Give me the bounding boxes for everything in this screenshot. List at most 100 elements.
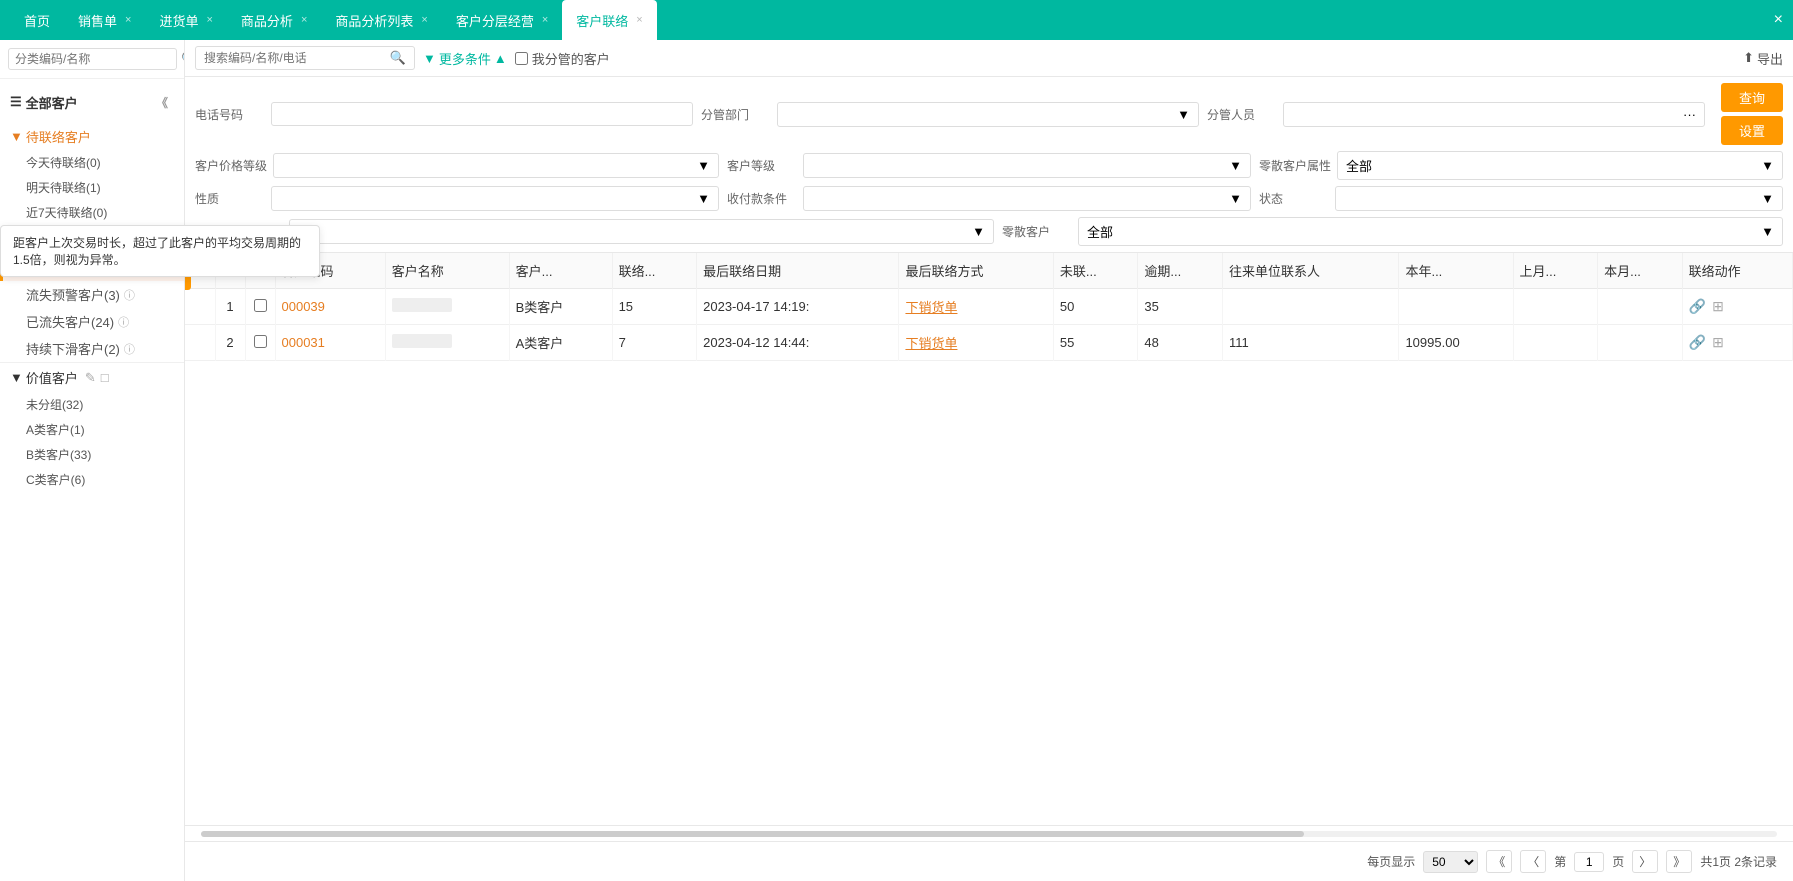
row1-code[interactable]: 000039	[275, 289, 385, 325]
sidebar-item-b[interactable]: B类客户(33)	[0, 442, 184, 467]
sidebar-item-a[interactable]: A类客户(1)	[0, 417, 184, 442]
prev-page-btn[interactable]: 〈	[1520, 850, 1546, 873]
row2-unit-contact: 111	[1222, 325, 1398, 361]
price-level-select[interactable]: ▼	[273, 153, 719, 178]
close-customer-contact-icon[interactable]: ×	[636, 14, 642, 26]
close-product-analysis-icon[interactable]: ×	[301, 14, 307, 26]
close-purchase-icon[interactable]: ×	[206, 14, 212, 26]
th-cust-type[interactable]: 客户...	[509, 253, 612, 289]
sidebar-search-input[interactable]	[8, 48, 177, 70]
gender-select[interactable]: ▼	[271, 186, 719, 211]
th-last-month[interactable]: 上月...	[1513, 253, 1598, 289]
retail-select[interactable]: 全部 ▼	[1078, 217, 1783, 246]
filter-row-4: ... 客户类型 ▼ 零散客户 全部 ▼	[195, 217, 1783, 246]
row2-cb[interactable]	[245, 325, 275, 361]
row2-num: 2	[215, 325, 245, 361]
th-contact[interactable]: 联络...	[612, 253, 697, 289]
filter-person: 分管人员 ···	[1207, 102, 1705, 127]
row1-link-icon[interactable]: 🔗	[1689, 298, 1706, 315]
th-this-month[interactable]: 本月...	[1598, 253, 1683, 289]
row2-link-icon[interactable]: 🔗	[1689, 334, 1706, 351]
row2-code[interactable]: 000031	[275, 325, 385, 361]
tab-home[interactable]: 首页	[10, 0, 64, 40]
my-customers-toggle[interactable]: 我分管的客户	[515, 49, 610, 68]
th-overdue[interactable]: 逾期...	[1138, 253, 1223, 289]
th-this-year[interactable]: 本年...	[1399, 253, 1513, 289]
close-customer-tier-icon[interactable]: ×	[542, 14, 548, 26]
close-product-list-icon[interactable]: ×	[421, 14, 427, 26]
my-customers-checkbox[interactable]	[515, 52, 528, 65]
row1-this-month	[1598, 289, 1683, 325]
retail-attr-select[interactable]: 全部 ▼	[1337, 151, 1783, 180]
customer-table: ⚙ # 客户编码 客户名称 客户...	[185, 253, 1793, 361]
per-page-select[interactable]: 50 100 200	[1423, 851, 1478, 873]
row2-grid-icon[interactable]: ⊞	[1712, 334, 1724, 351]
sidebar-item-ungroup[interactable]: 未分组(32)	[0, 392, 184, 417]
first-page-btn[interactable]: 《	[1486, 850, 1512, 873]
last-page-btn[interactable]: 》	[1666, 850, 1692, 873]
tab-product-analysis[interactable]: 商品分析 ×	[227, 0, 321, 40]
scroll-track[interactable]	[201, 831, 1777, 837]
row2-checkbox[interactable]	[254, 335, 267, 348]
chevron-down-icon7: ▼	[697, 191, 710, 206]
sidebar-value-header[interactable]: ▼ 价值客户 ✎ □	[0, 362, 184, 392]
row1-grid-icon[interactable]: ⊞	[1712, 298, 1724, 315]
tab-product-list[interactable]: 商品分析列表 ×	[321, 0, 441, 40]
next-page-btn[interactable]: 〉	[1632, 850, 1658, 873]
sidebar-item-week[interactable]: 近7天待联络(0)	[0, 200, 184, 225]
sidebar-item-churned[interactable]: 已流失客户(24) ⓘ	[0, 308, 184, 335]
export-btn[interactable]: ⬆ 导出	[1743, 49, 1783, 68]
row1-cb[interactable]	[245, 289, 275, 325]
more-conditions-btn[interactable]: ▼ 更多条件 ▲	[423, 49, 507, 68]
row2-last-method[interactable]: 下销货单	[899, 325, 1053, 361]
tab-customer-tier[interactable]: 客户分层经营 ×	[442, 0, 562, 40]
chevron-up-icon: ▲	[494, 51, 507, 66]
page-number-input[interactable]	[1574, 852, 1604, 872]
table-wrap: ⚙ # 客户编码 客户名称 客户...	[185, 253, 1793, 825]
sidebar-all-customers[interactable]: ☰ 全部客户 《	[0, 85, 184, 119]
horizontal-scrollbar[interactable]	[185, 825, 1793, 841]
main-search-input[interactable]	[204, 51, 386, 65]
close-sales-icon[interactable]: ×	[125, 14, 131, 26]
sidebar-item-today[interactable]: 今天待联络(0)	[0, 150, 184, 175]
scroll-thumb[interactable]	[201, 831, 1304, 837]
th-last-method[interactable]: 最后联络方式	[899, 253, 1053, 289]
main-layout: 🔍 ☰ 全部客户 《 ▼ 待联络客户 今天待联络(0) 明天待联络(1) 近7天…	[0, 40, 1793, 881]
tab-sales[interactable]: 销售单 ×	[64, 0, 145, 40]
content-area: 🔍 ▼ 更多条件 ▲ 我分管的客户 ⬆ 导出 电话号码	[185, 40, 1793, 881]
cust-type-select[interactable]: ▼	[289, 219, 994, 244]
table-row: 2 000031 A类客户 7 2023-04-12 14:44: 下销货单	[185, 325, 1793, 361]
row2-not-contact: 55	[1053, 325, 1138, 361]
sidebar-item-c[interactable]: C类客户(6)	[0, 467, 184, 492]
add-icon[interactable]: □	[101, 370, 109, 385]
sidebar-section-pending-header[interactable]: ▼ 待联络客户	[0, 123, 184, 150]
table-body: 1 000039 B类客户 15 2023-04-17 14:19: 下销货单	[185, 289, 1793, 361]
sidebar-collapse-btn[interactable]: 《	[150, 90, 174, 114]
status-select[interactable]: ▼	[1335, 186, 1783, 211]
sidebar-item-churn-warn[interactable]: 流失预警客户(3) ⓘ	[0, 281, 184, 308]
edit-icon[interactable]: ✎	[85, 370, 96, 386]
settings-btn[interactable]: 设置	[1721, 116, 1783, 145]
tab-purchase[interactable]: 进货单 ×	[145, 0, 226, 40]
row2-last-month	[1513, 325, 1598, 361]
dept-select[interactable]: ▼	[777, 102, 1199, 127]
row1-last-method[interactable]: 下销货单	[899, 289, 1053, 325]
level-select[interactable]: ▼	[803, 153, 1251, 178]
phone-input[interactable]	[271, 102, 693, 126]
row1-checkbox[interactable]	[254, 299, 267, 312]
tab-customer-contact[interactable]: 客户联络 ×	[562, 0, 656, 40]
sidebar-item-tomorrow[interactable]: 明天待联络(1)	[0, 175, 184, 200]
close-all-tabs[interactable]: ×	[1774, 11, 1783, 29]
sidebar-item-declining[interactable]: 持续下滑客户(2) ⓘ	[0, 335, 184, 362]
payment-select[interactable]: ▼	[803, 186, 1251, 211]
search-icon[interactable]: 🔍	[390, 50, 406, 66]
th-name[interactable]: 客户名称	[385, 253, 509, 289]
info-icon4: ⓘ	[124, 341, 135, 357]
person-select[interactable]: ···	[1283, 102, 1705, 127]
th-not-contact[interactable]: 未联...	[1053, 253, 1138, 289]
query-btn[interactable]: 查询	[1721, 83, 1783, 112]
th-last-date[interactable]: 最后联络日期	[697, 253, 899, 289]
row1-cust-type: B类客户	[509, 289, 612, 325]
th-unit-contact[interactable]: 往来单位联系人	[1222, 253, 1398, 289]
filter-icon: ▼	[423, 51, 436, 66]
